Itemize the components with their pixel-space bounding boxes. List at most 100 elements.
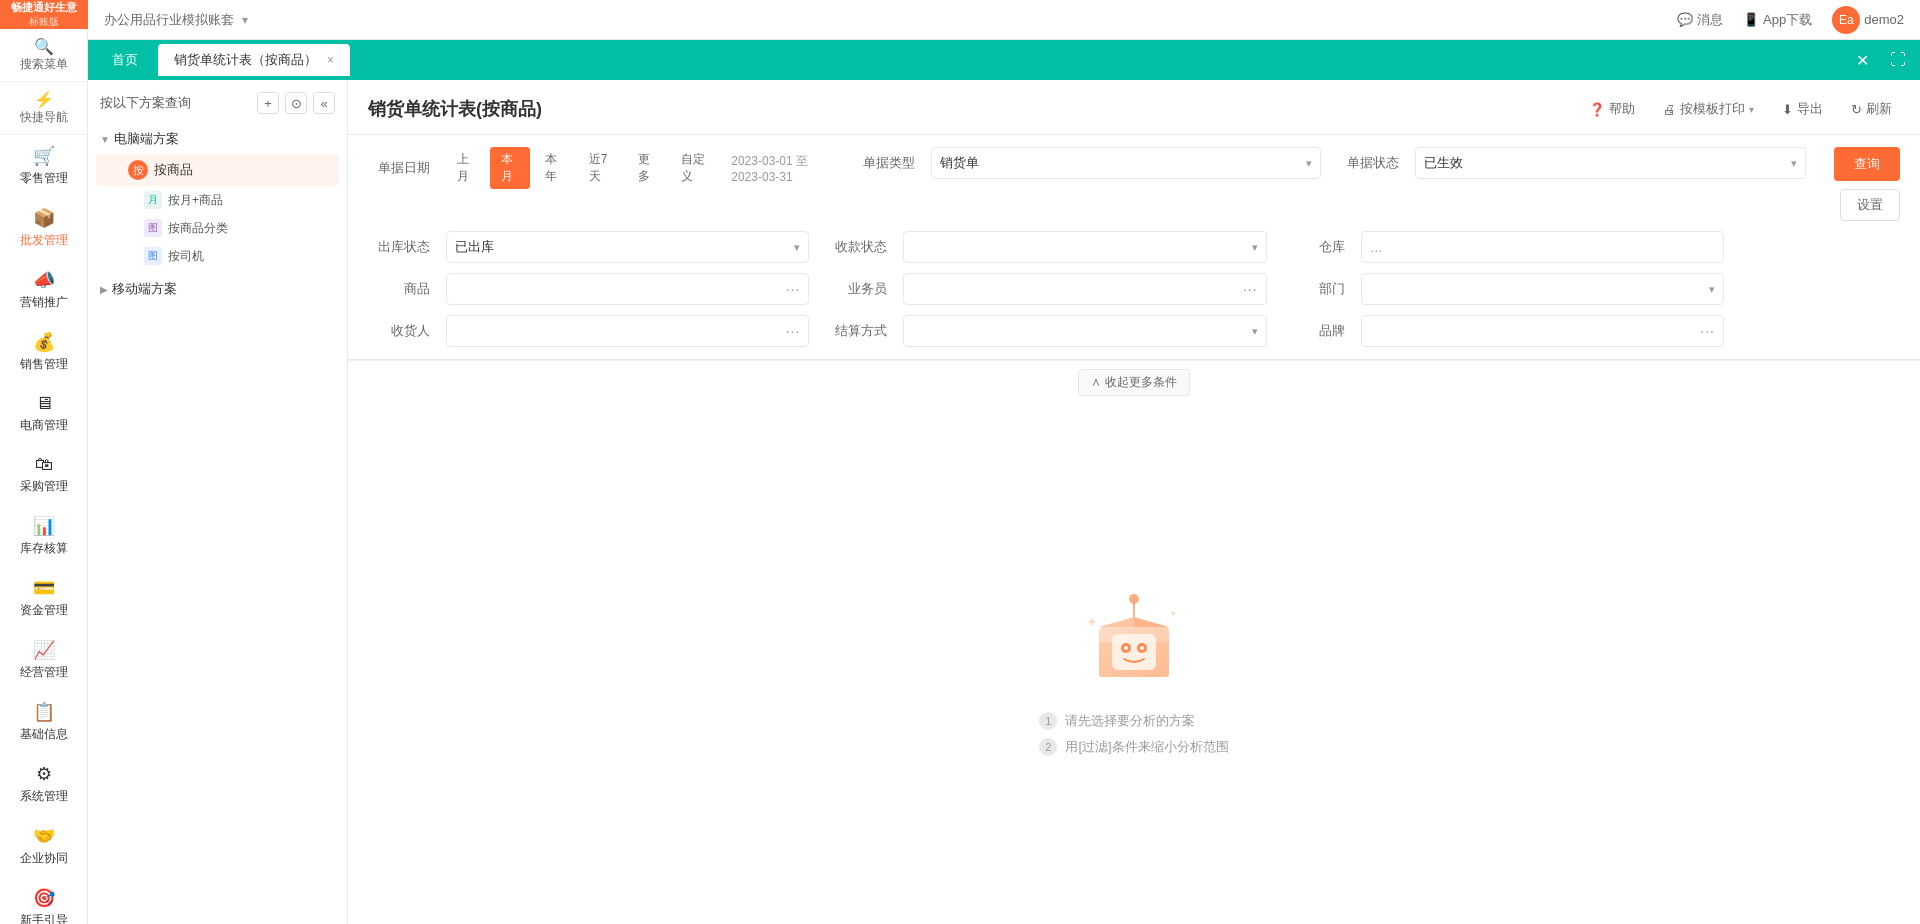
- sidebar-logo: 畅捷通好生意 标账版: [0, 0, 88, 29]
- date-tab-current-month[interactable]: 本月: [490, 147, 530, 189]
- desktop-group-label: 电脑端方案: [114, 130, 179, 148]
- salesperson-select[interactable]: ···: [903, 273, 1266, 305]
- sidebar-item-marketing[interactable]: 📣 营销推广: [0, 259, 88, 321]
- sidebar-quick-nav[interactable]: ⚡ 快捷导航: [0, 82, 88, 135]
- collect-status-arrow-icon: ▾: [1252, 241, 1258, 254]
- sidebar-item-sales[interactable]: 💰 销售管理: [0, 321, 88, 383]
- svg-text:·: ·: [1092, 655, 1094, 664]
- settings-scheme-btn[interactable]: ⊙: [285, 92, 307, 114]
- out-status-value: 已出库: [455, 238, 494, 256]
- date-tab-year[interactable]: 本年: [534, 147, 574, 189]
- scheme-group-mobile-title[interactable]: ▶ 移动端方案: [96, 274, 339, 304]
- scheme-label-by-product: 按商品: [154, 161, 193, 179]
- marketing-icon: 📣: [33, 269, 55, 291]
- topbar: 办公用品行业模拟账套 ▾ 💬 消息 📱 App下载 Ea demo2: [88, 0, 1920, 40]
- scheme-item-by-month-product[interactable]: 月 按月+商品: [96, 186, 339, 214]
- settings-btn[interactable]: 设置: [1840, 189, 1900, 221]
- sidebar-search[interactable]: 🔍 搜索菜单: [0, 29, 88, 82]
- type-select[interactable]: 销货单 ▾: [931, 147, 1322, 179]
- status-label: 单据状态: [1337, 154, 1407, 172]
- sidebar-item-guide[interactable]: 🎯 新手引导: [0, 877, 88, 924]
- department-select[interactable]: ▾: [1361, 273, 1724, 305]
- date-tab-more[interactable]: 更多: [627, 147, 667, 189]
- export-btn[interactable]: ⬇ 导出: [1774, 96, 1831, 122]
- product-dots-icon: ···: [786, 281, 801, 297]
- receiver-select[interactable]: ···: [446, 315, 809, 347]
- message-btn[interactable]: 💬 消息: [1677, 11, 1723, 29]
- main: 办公用品行业模拟账套 ▾ 💬 消息 📱 App下载 Ea demo2 首页 销货…: [88, 0, 1920, 924]
- scheme-item-by-driver[interactable]: 图 按司机: [96, 242, 339, 270]
- out-status-select[interactable]: 已出库 ▾: [446, 231, 809, 263]
- tabbar: 首页 销货单统计表（按商品） × ✕ ⛶: [88, 40, 1920, 80]
- sidebar-item-inventory[interactable]: 📊 库存核算: [0, 505, 88, 567]
- basic-icon: 📋: [33, 701, 55, 723]
- svg-point-8: [1140, 646, 1144, 650]
- sidebar-item-label: 零售管理: [20, 170, 68, 187]
- collect-status-select[interactable]: ▾: [903, 231, 1266, 263]
- collapse-filter-btn[interactable]: ∧ 收起更多条件: [1078, 369, 1189, 396]
- sidebar-item-purchase[interactable]: 🛍 采购管理: [0, 444, 88, 505]
- date-range: 2023-03-01 至 2023-03-31: [731, 153, 836, 184]
- date-tab-7days[interactable]: 近7天: [578, 147, 623, 189]
- status-select[interactable]: 已生效 ▾: [1415, 147, 1806, 179]
- tab-home[interactable]: 首页: [96, 44, 154, 76]
- right-panel: 销货单统计表(按商品) ❓ 帮助 🖨 按模板打印 ▾ ⬇ 导出: [348, 80, 1920, 924]
- sidebar-item-label: 企业协同: [20, 850, 68, 867]
- filter-row-3: 商品 ··· 业务员 ··· 部门: [368, 273, 1900, 305]
- payment-select[interactable]: ▾: [903, 315, 1266, 347]
- tab-active[interactable]: 销货单统计表（按商品） ×: [158, 44, 350, 76]
- refresh-btn[interactable]: ↻ 刷新: [1843, 96, 1900, 122]
- sidebar-item-operations[interactable]: 📈 经营管理: [0, 629, 88, 691]
- status-value: 已生效: [1424, 154, 1463, 172]
- date-tab-custom[interactable]: 自定义: [670, 147, 719, 189]
- query-btn[interactable]: 查询: [1834, 147, 1900, 181]
- svg-point-7: [1124, 646, 1128, 650]
- sidebar-item-label: 库存核算: [20, 540, 68, 557]
- brand-select[interactable]: ···: [1361, 315, 1724, 347]
- sidebar-item-wholesale[interactable]: 📦 批发管理: [0, 197, 88, 259]
- sidebar-item-ecommerce[interactable]: 🖥 电商管理: [0, 383, 88, 444]
- empty-tip-2: 2 用[过滤]条件来缩小分析范围: [1039, 738, 1228, 756]
- sidebar-item-label: 批发管理: [20, 232, 68, 249]
- sidebar-item-basic[interactable]: 📋 基础信息: [0, 691, 88, 753]
- add-scheme-btn[interactable]: +: [257, 92, 279, 114]
- system-icon: ⚙: [36, 763, 52, 785]
- warehouse-select[interactable]: …: [1361, 231, 1724, 263]
- sidebar-item-label: 销售管理: [20, 356, 68, 373]
- scheme-sub-icon-driver: 图: [144, 247, 162, 265]
- date-tab-last-month[interactable]: 上月: [446, 147, 486, 189]
- salesperson-label: 业务员: [825, 280, 895, 298]
- print-btn[interactable]: 🖨 按模板打印 ▾: [1655, 96, 1762, 122]
- scheme-group-desktop-title[interactable]: ▼ 电脑端方案: [96, 124, 339, 154]
- sidebar-item-retail[interactable]: 🛒 零售管理: [0, 135, 88, 197]
- left-panel-title: 按以下方案查询 + ⊙ «: [96, 92, 339, 114]
- sidebar-item-finance[interactable]: 💳 资金管理: [0, 567, 88, 629]
- out-status-arrow-icon: ▾: [794, 241, 800, 254]
- scheme-icon-by-product: 按: [128, 160, 148, 180]
- left-panel: 按以下方案查询 + ⊙ « ▼ 电脑端方案 按 按商品: [88, 80, 348, 924]
- sidebar-item-enterprise[interactable]: 🤝 企业协同: [0, 815, 88, 877]
- sidebar-item-system[interactable]: ⚙ 系统管理: [0, 753, 88, 815]
- collapse-panel-btn[interactable]: «: [313, 92, 335, 114]
- scheme-label-driver: 按司机: [168, 248, 204, 265]
- filter-type-row: 单据类型 销货单 ▾: [853, 147, 1322, 179]
- tab-close-all-btn[interactable]: ✕: [1848, 46, 1876, 74]
- product-select[interactable]: ···: [446, 273, 809, 305]
- tab-close-btn[interactable]: ×: [327, 53, 334, 67]
- top-arrow-icon[interactable]: ▾: [242, 13, 248, 27]
- app-download-btn[interactable]: 📱 App下载: [1743, 11, 1812, 29]
- scheme-item-by-product[interactable]: 按 按商品: [96, 154, 339, 186]
- logo-sub: 标账版: [29, 15, 59, 29]
- sidebar-item-label: 资金管理: [20, 602, 68, 619]
- content-area: 按以下方案查询 + ⊙ « ▼ 电脑端方案 按 按商品: [88, 80, 1920, 924]
- mobile-group-label: 移动端方案: [112, 280, 177, 298]
- payment-arrow-icon: ▾: [1252, 325, 1258, 338]
- ecommerce-icon: 🖥: [35, 393, 53, 414]
- help-btn[interactable]: ❓ 帮助: [1581, 96, 1643, 122]
- purchase-icon: 🛍: [35, 454, 53, 475]
- tab-expand-btn[interactable]: ⛶: [1884, 46, 1912, 74]
- empty-tips: 1 请先选择要分析的方案 2 用[过滤]条件来缩小分析范围: [1039, 712, 1228, 756]
- user-profile[interactable]: Ea demo2: [1832, 6, 1904, 34]
- scheme-item-by-category[interactable]: 图 按商品分类: [96, 214, 339, 242]
- enterprise-icon: 🤝: [33, 825, 55, 847]
